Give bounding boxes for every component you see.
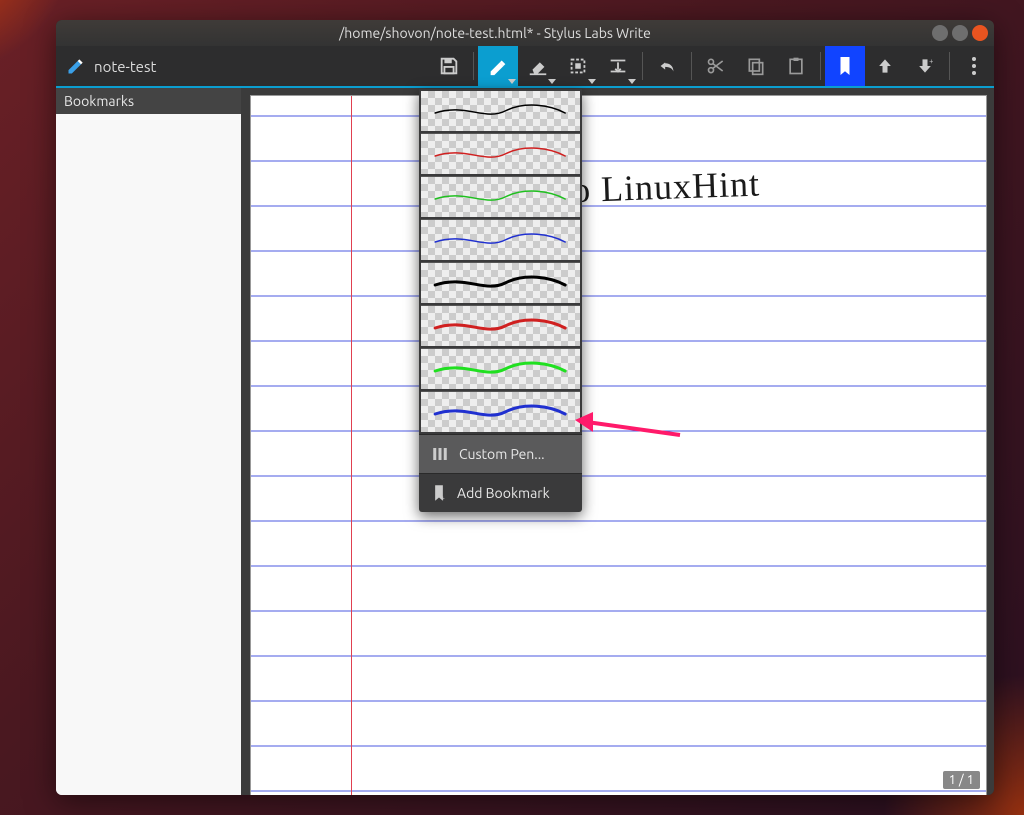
- undo-icon: [656, 55, 678, 77]
- close-button[interactable]: [972, 25, 988, 41]
- toolbar: note-test: [56, 46, 994, 88]
- paste-button[interactable]: [776, 46, 816, 86]
- add-bookmark-menu-item[interactable]: + Add Bookmark: [419, 473, 582, 512]
- chevron-down-icon: [588, 79, 596, 84]
- insert-space-icon: [607, 55, 629, 77]
- add-bookmark-label: Add Bookmark: [457, 485, 550, 501]
- pencil-icon: [66, 56, 86, 76]
- copy-icon: [746, 56, 766, 76]
- undo-button[interactable]: [647, 46, 687, 86]
- arrow-up-icon: [875, 56, 895, 76]
- eraser-tool-button[interactable]: [518, 46, 558, 86]
- bookmark-button[interactable]: [825, 46, 865, 86]
- custom-pen-menu-item[interactable]: Custom Pen...: [419, 434, 582, 473]
- pen-tool-button[interactable]: [478, 46, 518, 86]
- svg-text:+: +: [929, 58, 933, 66]
- page-indicator[interactable]: 1 / 1: [943, 771, 980, 789]
- clipboard-icon: [786, 56, 806, 76]
- pen-icon: [487, 55, 509, 77]
- prev-page-button[interactable]: [865, 46, 905, 86]
- handwritten-text: to LinuxHint: [560, 163, 760, 212]
- pen-swatch-1[interactable]: [421, 133, 580, 174]
- more-vertical-icon: [971, 56, 977, 76]
- overflow-menu-button[interactable]: [954, 46, 994, 86]
- select-tool-button[interactable]: [558, 46, 598, 86]
- save-icon: [438, 55, 460, 77]
- pen-swatch-6[interactable]: [421, 348, 580, 389]
- copy-button[interactable]: [736, 46, 776, 86]
- custom-pen-label: Custom Pen...: [459, 446, 545, 462]
- chevron-down-icon: [508, 79, 516, 84]
- chevron-down-icon: [548, 79, 556, 84]
- pen-swatch-5[interactable]: [421, 305, 580, 346]
- eraser-icon: [527, 55, 549, 77]
- bookmarks-sidebar: Bookmarks: [56, 88, 241, 795]
- pen-dropdown-menu: Custom Pen... + Add Bookmark: [419, 89, 582, 512]
- insert-space-button[interactable]: [598, 46, 638, 86]
- pen-swatch-3[interactable]: [421, 219, 580, 260]
- minimize-button[interactable]: [932, 25, 948, 41]
- annotation-arrow: [575, 410, 685, 450]
- chevron-down-icon: [628, 79, 636, 84]
- save-button[interactable]: [429, 46, 469, 86]
- cut-button[interactable]: [696, 46, 736, 86]
- margin-line: [351, 96, 352, 795]
- next-page-button[interactable]: +: [905, 46, 945, 86]
- svg-text:+: +: [441, 495, 445, 502]
- document-tab-label: note-test: [94, 58, 156, 75]
- sidebar-body[interactable]: [56, 114, 241, 795]
- titlebar: /home/shovon/note-test.html* - Stylus La…: [56, 20, 994, 46]
- selection-icon: [567, 55, 589, 77]
- maximize-button[interactable]: [952, 25, 968, 41]
- window-title: /home/shovon/note-test.html* - Stylus La…: [62, 25, 928, 41]
- sidebar-header: Bookmarks: [56, 88, 241, 114]
- bookmark-add-icon: +: [431, 484, 447, 502]
- pen-swatch-7[interactable]: [421, 391, 580, 432]
- bookmark-icon: [836, 55, 854, 77]
- arrow-down-new-icon: +: [915, 56, 935, 76]
- pens-icon: [431, 445, 449, 463]
- pen-swatch-4[interactable]: [421, 262, 580, 303]
- scissors-icon: [706, 56, 726, 76]
- document-tab[interactable]: note-test: [56, 46, 170, 86]
- pen-swatch-2[interactable]: [421, 176, 580, 217]
- pen-swatch-0[interactable]: [421, 91, 580, 131]
